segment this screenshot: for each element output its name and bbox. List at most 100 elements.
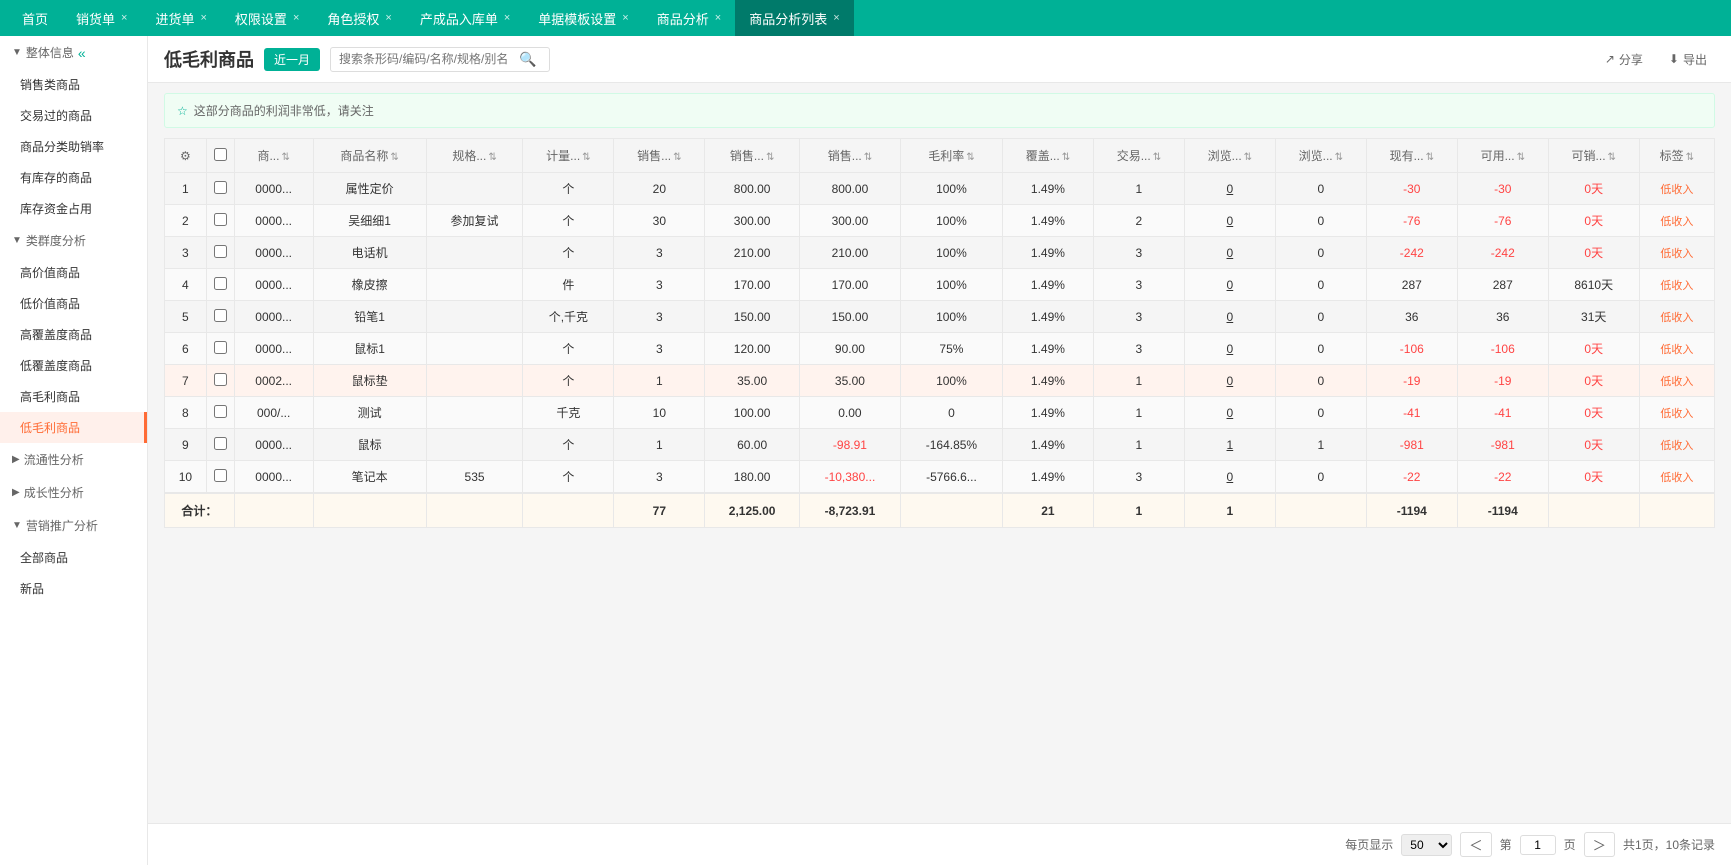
sidebar-group-overview[interactable]: ▼ 整体信息 «: [0, 36, 147, 69]
col-code[interactable]: 商...⇅: [234, 139, 313, 173]
row-checkbox-cell[interactable]: [206, 269, 234, 301]
row-checkbox[interactable]: [214, 213, 227, 226]
sidebar-item-low-coverage[interactable]: 低覆盖度商品: [0, 350, 147, 381]
row-checkbox-cell[interactable]: [206, 205, 234, 237]
row-checkbox[interactable]: [214, 309, 227, 322]
row-checkbox[interactable]: [214, 277, 227, 290]
row-checkbox[interactable]: [214, 437, 227, 450]
col-sales-qty[interactable]: 销售...⇅: [614, 139, 705, 173]
time-filter-button[interactable]: 近一月: [264, 48, 320, 71]
sidebar-group-growth[interactable]: ▶ 成长性分析: [0, 476, 147, 509]
row-checkbox[interactable]: [214, 341, 227, 354]
col-spec[interactable]: 规格...⇅: [426, 139, 523, 173]
row-browse1[interactable]: 0: [1184, 173, 1275, 205]
col-saleable[interactable]: 可销...⇅: [1548, 139, 1639, 173]
nav-template-close[interactable]: ×: [622, 12, 628, 24]
nav-product-entry-close[interactable]: ×: [504, 12, 510, 24]
sidebar-item-new-goods[interactable]: 新品: [0, 573, 147, 604]
sidebar-group-cluster[interactable]: ▼ 类群度分析: [0, 224, 147, 257]
row-browse2: 0: [1275, 269, 1366, 301]
row-checkbox[interactable]: [214, 405, 227, 418]
sidebar-collapse-icon[interactable]: «: [78, 45, 86, 61]
sidebar-item-high-coverage[interactable]: 高覆盖度商品: [0, 319, 147, 350]
search-icon[interactable]: 🔍: [519, 51, 536, 68]
row-checkbox-cell[interactable]: [206, 237, 234, 269]
page-number-input[interactable]: [1520, 835, 1556, 855]
col-available[interactable]: 可用...⇅: [1457, 139, 1548, 173]
next-page-button[interactable]: ＞: [1584, 832, 1615, 857]
sidebar-item-inventory-goods[interactable]: 有库存的商品: [0, 162, 147, 193]
nav-roles[interactable]: 角色授权 ×: [313, 0, 405, 36]
col-name[interactable]: 商品名称⇅: [313, 139, 426, 173]
sidebar-item-low-value[interactable]: 低价值商品: [0, 288, 147, 319]
col-coverage[interactable]: 覆盖...⇅: [1002, 139, 1093, 173]
nav-roles-close[interactable]: ×: [385, 12, 391, 24]
nav-permissions[interactable]: 权限设置 ×: [221, 0, 313, 36]
row-unit: 个: [523, 429, 614, 461]
row-checkbox-cell[interactable]: [206, 173, 234, 205]
row-spec: [426, 173, 523, 205]
col-sales-amt[interactable]: 销售...⇅: [705, 139, 800, 173]
sidebar-item-inventory-capital[interactable]: 库存资金占用: [0, 193, 147, 224]
row-browse1[interactable]: 0: [1184, 333, 1275, 365]
nav-analysis-list[interactable]: 商品分析列表 ×: [735, 0, 853, 36]
sidebar-item-high-margin[interactable]: 高毛利商品: [0, 381, 147, 412]
export-button[interactable]: ⬇ 导出: [1661, 48, 1715, 71]
per-page-select[interactable]: 50 100 200: [1401, 834, 1452, 856]
row-browse1[interactable]: 0: [1184, 397, 1275, 429]
row-browse1[interactable]: 0: [1184, 461, 1275, 494]
col-unit[interactable]: 计量...⇅: [523, 139, 614, 173]
nav-purchase-close[interactable]: ×: [200, 12, 206, 24]
sidebar-item-high-value[interactable]: 高价值商品: [0, 257, 147, 288]
row-checkbox-cell[interactable]: [206, 429, 234, 461]
search-input[interactable]: [339, 52, 519, 66]
nav-home[interactable]: 首页: [8, 0, 62, 36]
nav-purchase[interactable]: 进货单 ×: [141, 0, 220, 36]
row-checkbox-cell[interactable]: [206, 397, 234, 429]
row-checkbox-cell[interactable]: [206, 461, 234, 494]
col-browse1[interactable]: 浏览...⇅: [1184, 139, 1275, 173]
nav-analysis-list-close[interactable]: ×: [833, 12, 839, 24]
col-sales-profit[interactable]: 销售...⇅: [799, 139, 900, 173]
sidebar-group-marketing[interactable]: ▼ 营销推广分析: [0, 509, 147, 542]
row-browse1[interactable]: 1: [1184, 429, 1275, 461]
nav-product-analysis-close[interactable]: ×: [715, 12, 721, 24]
share-button[interactable]: ↗ 分享: [1597, 48, 1651, 71]
nav-permissions-close[interactable]: ×: [293, 12, 299, 24]
row-checkbox[interactable]: [214, 373, 227, 386]
row-browse1[interactable]: 0: [1184, 269, 1275, 301]
row-checkbox-cell[interactable]: [206, 333, 234, 365]
nav-sales-close[interactable]: ×: [121, 12, 127, 24]
sidebar-item-traded-goods[interactable]: 交易过的商品: [0, 100, 147, 131]
row-checkbox-cell[interactable]: [206, 365, 234, 397]
sidebar-item-sales-goods[interactable]: 销售类商品: [0, 69, 147, 100]
select-all-checkbox[interactable]: [214, 148, 227, 161]
row-checkbox-cell[interactable]: [206, 301, 234, 333]
col-tag[interactable]: 标签⇅: [1639, 139, 1714, 173]
row-checkbox[interactable]: [214, 469, 227, 482]
sidebar-item-all-goods[interactable]: 全部商品: [0, 542, 147, 573]
nav-product-analysis[interactable]: 商品分析 ×: [643, 0, 735, 36]
row-browse1[interactable]: 0: [1184, 301, 1275, 333]
nav-sales[interactable]: 销货单 ×: [62, 0, 141, 36]
col-browse2[interactable]: 浏览...⇅: [1275, 139, 1366, 173]
col-trade[interactable]: 交易...⇅: [1093, 139, 1184, 173]
sidebar-item-category-rate[interactable]: 商品分类助销率: [0, 131, 147, 162]
sidebar-group-circulation[interactable]: ▶ 流通性分析: [0, 443, 147, 476]
sidebar-item-low-margin[interactable]: 低毛利商品: [0, 412, 147, 443]
prev-page-button[interactable]: ＜: [1460, 832, 1491, 857]
col-gross-rate[interactable]: 毛利率⇅: [900, 139, 1002, 173]
row-qty: 1: [614, 429, 705, 461]
row-checkbox[interactable]: [214, 181, 227, 194]
row-saleable: 31天: [1548, 301, 1639, 333]
row-browse1[interactable]: 0: [1184, 205, 1275, 237]
row-browse1[interactable]: 0: [1184, 365, 1275, 397]
row-browse1[interactable]: 0: [1184, 237, 1275, 269]
col-stock[interactable]: 现有...⇅: [1366, 139, 1457, 173]
nav-template-settings[interactable]: 单据模板设置 ×: [524, 0, 642, 36]
col-checkbox[interactable]: [206, 139, 234, 173]
col-settings[interactable]: ⚙: [165, 139, 207, 173]
row-checkbox[interactable]: [214, 245, 227, 258]
nav-product-entry[interactable]: 产成品入库单 ×: [406, 0, 524, 36]
row-qty: 3: [614, 461, 705, 494]
